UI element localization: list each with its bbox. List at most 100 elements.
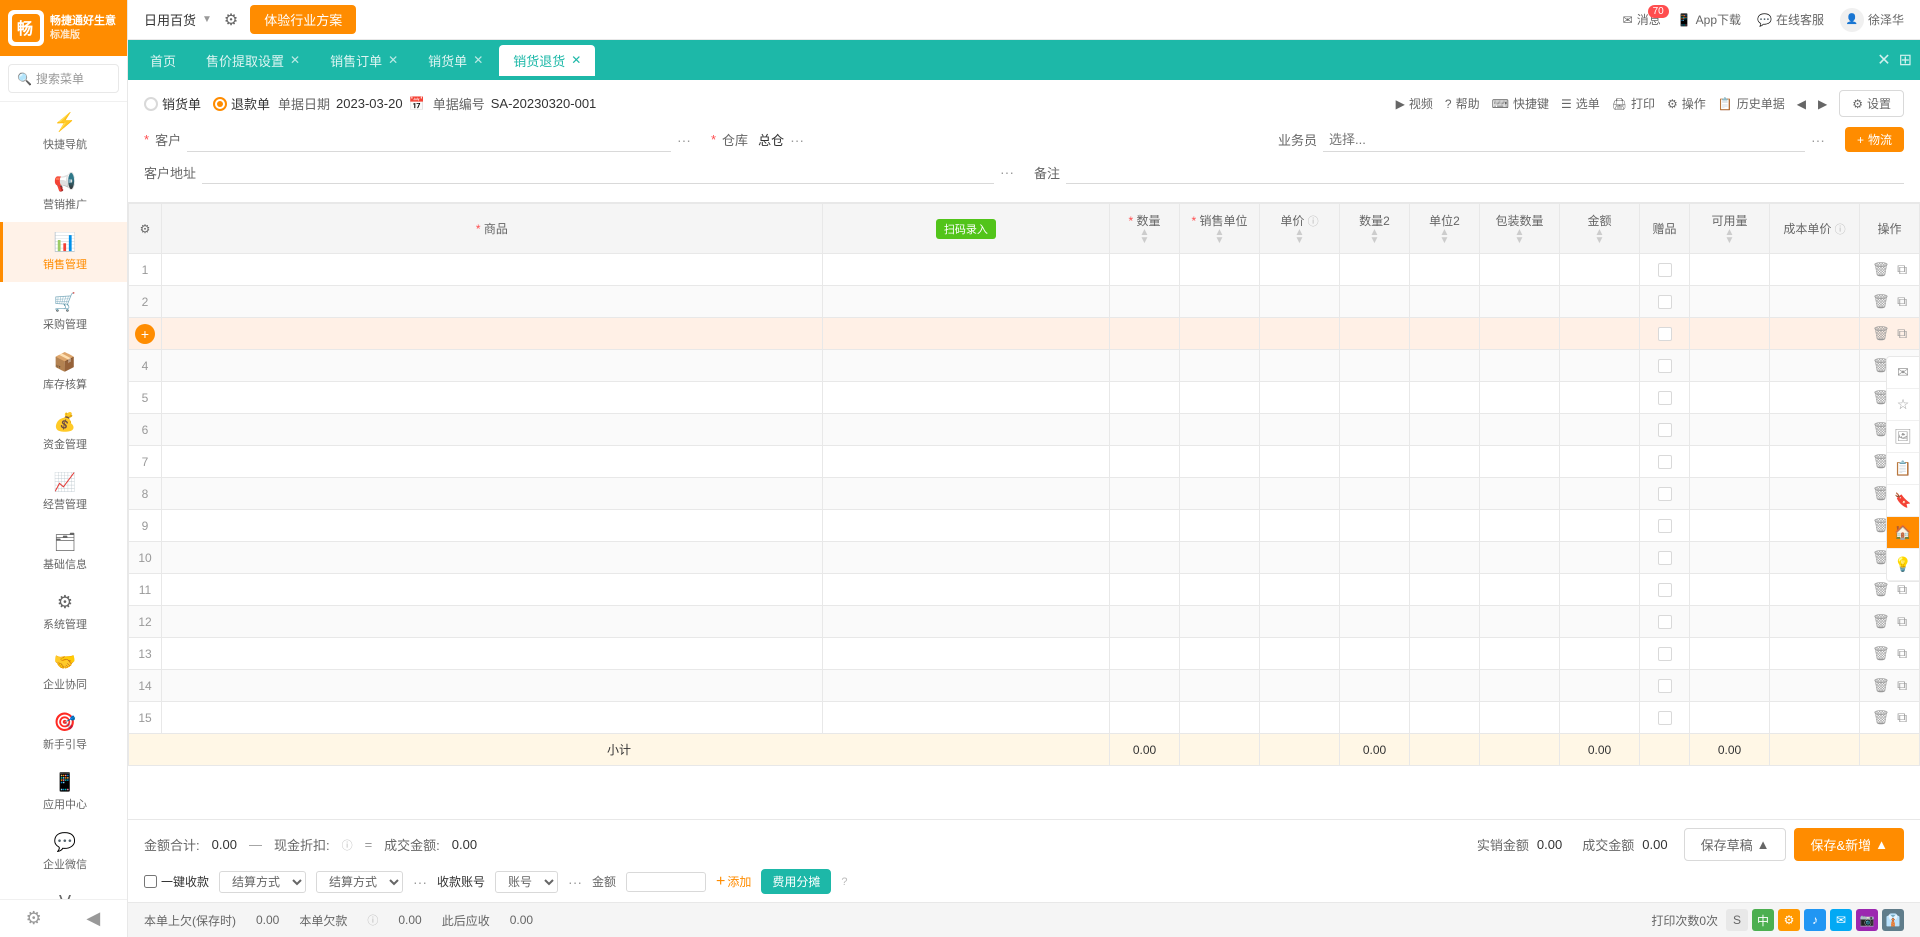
- copy-row-button[interactable]: ⧉: [1895, 707, 1909, 728]
- float-item-1[interactable]: ✉: [1887, 357, 1919, 389]
- amount-cell[interactable]: [1560, 446, 1640, 478]
- qty2-cell[interactable]: [1340, 414, 1410, 446]
- sidebar-item-basic[interactable]: 🗂 基础信息: [0, 522, 127, 582]
- gift-cell[interactable]: [1640, 638, 1690, 670]
- salesperson-input[interactable]: [1323, 128, 1805, 152]
- unit2-cell[interactable]: [1410, 350, 1480, 382]
- gift-checkbox[interactable]: [1658, 263, 1672, 277]
- product-cell[interactable]: [162, 478, 823, 510]
- qty-cell[interactable]: [1110, 670, 1180, 702]
- gift-cell[interactable]: [1640, 542, 1690, 574]
- unit-cell[interactable]: [1180, 254, 1260, 286]
- one-key-payment-check[interactable]: 一键收款: [144, 873, 209, 890]
- sidebar-collapse-button[interactable]: ◀: [68, 908, 120, 929]
- account-picker-icon[interactable]: ···: [413, 874, 427, 890]
- price-info-icon[interactable]: ⓘ: [1308, 216, 1319, 228]
- qty-cell[interactable]: [1110, 414, 1180, 446]
- sidebar-item-apps[interactable]: 📱 应用中心: [0, 762, 127, 822]
- delete-row-button[interactable]: 🗑: [1870, 611, 1892, 632]
- product-cell[interactable]: [162, 254, 823, 286]
- history-action[interactable]: 📋 历史单据: [1718, 95, 1785, 112]
- unit-cell[interactable]: [1180, 350, 1260, 382]
- unit-cell[interactable]: [1180, 702, 1260, 734]
- avail-cell[interactable]: [1690, 286, 1770, 318]
- sidebar-item-finance[interactable]: 💰 资金管理: [0, 402, 127, 462]
- copy-row-button[interactable]: ⧉: [1895, 323, 1909, 344]
- product-cell[interactable]: [162, 574, 823, 606]
- logistics-button[interactable]: + 物流: [1845, 127, 1904, 152]
- pkg-cell[interactable]: [1480, 350, 1560, 382]
- gift-checkbox[interactable]: [1658, 519, 1672, 533]
- avail-cell[interactable]: [1690, 478, 1770, 510]
- customer-input[interactable]: [187, 128, 671, 152]
- sidebar-item-purchase[interactable]: 🛒 采购管理: [0, 282, 127, 342]
- qty-cell[interactable]: [1110, 446, 1180, 478]
- qty-cell[interactable]: [1110, 574, 1180, 606]
- gift-checkbox[interactable]: [1658, 615, 1672, 629]
- cost-cell[interactable]: [1770, 670, 1860, 702]
- tab-close-sales-order[interactable]: ✕: [388, 54, 398, 66]
- price-cell[interactable]: [1260, 318, 1340, 350]
- customer-picker-icon[interactable]: ···: [677, 132, 691, 148]
- gift-cell[interactable]: [1640, 606, 1690, 638]
- price-cell[interactable]: [1260, 382, 1340, 414]
- price-cell[interactable]: [1260, 606, 1340, 638]
- float-item-3[interactable]: 🖼: [1887, 421, 1919, 453]
- unit-cell[interactable]: [1180, 574, 1260, 606]
- unit2-cell[interactable]: [1410, 574, 1480, 606]
- price-cell[interactable]: [1260, 414, 1340, 446]
- gift-cell[interactable]: [1640, 446, 1690, 478]
- float-item-5[interactable]: 🔖: [1887, 485, 1919, 517]
- qty2-cell[interactable]: [1340, 350, 1410, 382]
- qty2-cell[interactable]: [1340, 318, 1410, 350]
- product-cell[interactable]: [162, 702, 823, 734]
- qty2-cell[interactable]: [1340, 670, 1410, 702]
- gift-cell[interactable]: [1640, 478, 1690, 510]
- sidebar-item-sales[interactable]: 📊 销售管理: [0, 222, 127, 282]
- search-menu-button[interactable]: 🔍 搜索菜单: [8, 64, 119, 93]
- video-action[interactable]: ▶ 视频: [1396, 95, 1433, 112]
- sidebar-item-system[interactable]: ⚙ 系统管理: [0, 582, 127, 642]
- cost-cell[interactable]: [1770, 446, 1860, 478]
- tab-sales-order[interactable]: 销售订单 ✕: [316, 45, 412, 76]
- avail-cell[interactable]: [1690, 254, 1770, 286]
- address-input[interactable]: [202, 160, 994, 184]
- tab-price-setting[interactable]: 售价提取设置 ✕: [192, 45, 314, 76]
- cost-cell[interactable]: [1770, 286, 1860, 318]
- qty2-cell[interactable]: [1340, 478, 1410, 510]
- qty-cell[interactable]: [1110, 702, 1180, 734]
- tab-sales-delivery[interactable]: 销货单 ✕: [414, 45, 497, 76]
- pkg-cell[interactable]: [1480, 510, 1560, 542]
- maximize-tab-button[interactable]: ⊞: [1899, 50, 1912, 70]
- gift-checkbox[interactable]: [1658, 295, 1672, 309]
- setting-button[interactable]: ⚙ 设置: [1839, 90, 1904, 117]
- status-icon-7[interactable]: 👔: [1882, 909, 1904, 931]
- cost-cell[interactable]: [1770, 638, 1860, 670]
- unit2-cell[interactable]: [1410, 382, 1480, 414]
- amount-cell[interactable]: [1560, 414, 1640, 446]
- product-cell[interactable]: [162, 286, 823, 318]
- price-cell[interactable]: [1260, 574, 1340, 606]
- avail-cell[interactable]: [1690, 510, 1770, 542]
- unit2-cell[interactable]: [1410, 510, 1480, 542]
- calendar-icon[interactable]: 📅: [409, 96, 425, 112]
- pkg-cell[interactable]: [1480, 638, 1560, 670]
- unit-cell[interactable]: [1180, 286, 1260, 318]
- gift-checkbox[interactable]: [1658, 551, 1672, 565]
- pkg-cell[interactable]: [1480, 286, 1560, 318]
- amount-cell[interactable]: [1560, 318, 1640, 350]
- unit-cell[interactable]: [1180, 638, 1260, 670]
- status-icon-3[interactable]: ⚙: [1778, 909, 1800, 931]
- unit2-cell[interactable]: [1410, 446, 1480, 478]
- product-cell[interactable]: [162, 510, 823, 542]
- qty-cell[interactable]: [1110, 638, 1180, 670]
- gift-cell[interactable]: [1640, 702, 1690, 734]
- qty2-cell[interactable]: [1340, 638, 1410, 670]
- unit2-cell[interactable]: [1410, 318, 1480, 350]
- price-cell[interactable]: [1260, 446, 1340, 478]
- copy-row-button[interactable]: ⧉: [1895, 259, 1909, 280]
- amount-cell[interactable]: [1560, 350, 1640, 382]
- online-service-button[interactable]: 💬 在线客服: [1757, 11, 1824, 28]
- qty-cell[interactable]: [1110, 318, 1180, 350]
- delete-row-button[interactable]: 🗑: [1870, 291, 1892, 312]
